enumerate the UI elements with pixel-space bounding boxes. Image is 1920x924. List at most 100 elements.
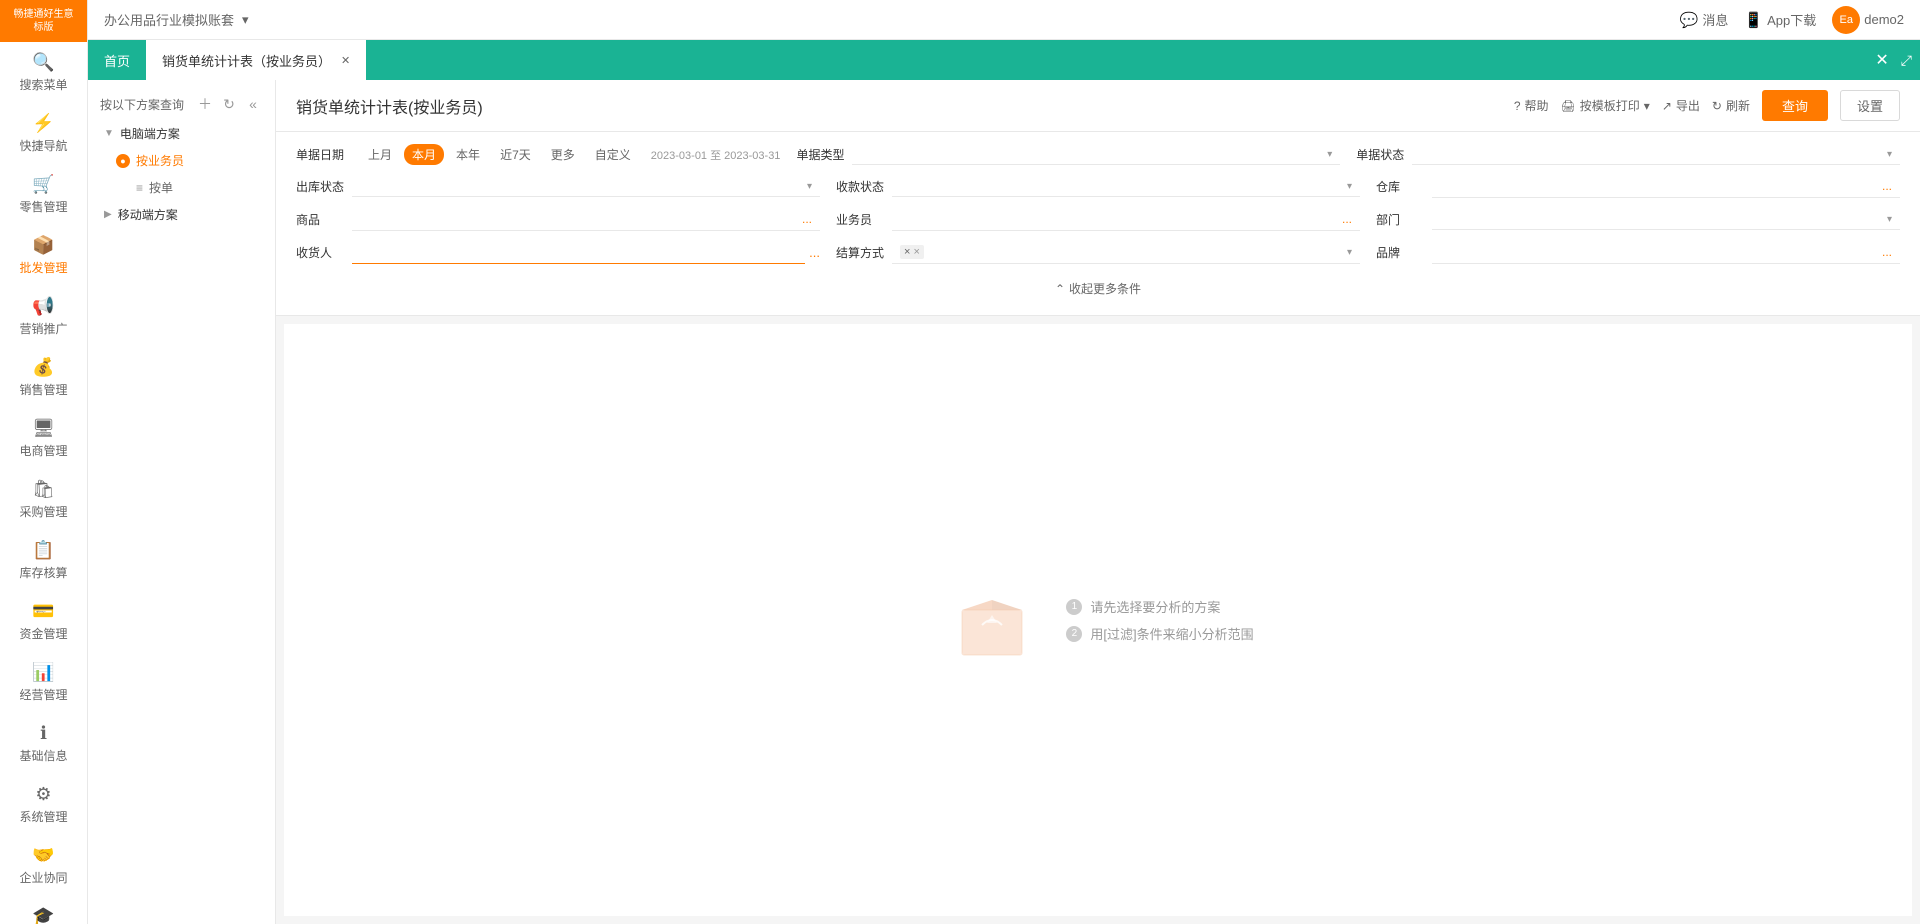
print-btn[interactable]: 🖨 按模板打印 ▾ [1561,97,1650,114]
product-select[interactable]: ... [352,208,820,231]
header-left: 办公用品行业模拟账套 ▾ [104,10,249,29]
tab-maximize-icon[interactable]: ⤢ [1901,52,1912,69]
sales-icon: 💰 [32,357,54,378]
receiver-input[interactable] [352,241,805,264]
date-tab-custom[interactable]: 自定义 [587,144,639,165]
sidebar-item-system[interactable]: ⚙ 系统管理 [0,774,87,835]
receipt-status-select[interactable]: ▾ [892,177,1360,197]
sidebar-item-basic[interactable]: ℹ 基础信息 [0,713,87,774]
sidebar-item-purchase[interactable]: 🛍 采购管理 [0,469,87,530]
product-dots[interactable]: ... [802,212,812,226]
date-tab-more[interactable]: 更多 [543,144,583,165]
product-label: 商品 [296,211,344,228]
sidebar-item-enterprise[interactable]: 🤝 企业协同 [0,835,87,896]
dropdown-arrow-icon[interactable]: ▾ [242,12,249,28]
date-tab-this-year[interactable]: 本年 [448,144,488,165]
sidebar-item-quick[interactable]: ⚡ 快捷导航 [0,103,87,164]
payment-tag-close-icon[interactable]: × [913,246,919,258]
tab-home[interactable]: 首页 [88,40,146,80]
sidebar-logo: 畅捷通好生意 标版 [0,0,88,42]
tree-by-staff[interactable]: ● 按业务员 [88,147,275,174]
tree-expand-icon: ▼ [104,128,114,139]
panel-add-btn[interactable]: ＋ [195,94,215,114]
sidebar-item-inventory[interactable]: 📋 库存核算 [0,530,87,591]
sidebar-item-marketing[interactable]: 📢 营销推广 [0,286,87,347]
export-btn[interactable]: ↗ 导出 [1662,97,1700,114]
sidebar-item-retail[interactable]: 🛒 零售管理 [0,164,87,225]
quick-icon: ⚡ [32,113,54,134]
message-icon: 💬 [1680,11,1699,29]
payment-arrow-icon: ▾ [1347,247,1352,258]
collapse-chevron-icon: ⌃ [1055,282,1065,296]
warehouse-dots[interactable]: ... [1882,179,1892,193]
collapse-btn[interactable]: ⌃ 收起更多条件 [296,274,1900,303]
help-btn[interactable]: ? 帮助 [1514,97,1549,114]
out-status-arrow-icon: ▾ [807,181,812,192]
tab-close-window-icon[interactable]: ✕ [1875,50,1888,70]
app-dropdown-label[interactable]: 办公用品行业模拟账套 [104,10,234,29]
sidebar-item-operation[interactable]: 📊 经营管理 [0,652,87,713]
doc-status-select[interactable]: ▾ [1412,145,1900,165]
sidebar-item-finance[interactable]: 💳 资金管理 [0,591,87,652]
date-range-text: 2023-03-01 至 2023-03-31 [651,147,781,163]
warehouse-select[interactable]: ... [1432,175,1900,198]
sidebar: 畅捷通好生意 标版 🔍 搜索菜单 ⚡ 快捷导航 🛒 零售管理 📦 批发管理 📢 … [0,0,88,924]
staff-label: 业务员 [836,211,884,228]
top-header: 办公用品行业模拟账套 ▾ 💬 消息 📱 App下载 Ea demo2 [88,0,1920,40]
message-btn[interactable]: 💬 消息 [1680,10,1729,29]
tab-report[interactable]: 销货单统计计表（按业务员） ✕ [146,40,366,80]
out-status-label: 出库状态 [296,178,344,195]
tab-close-icon[interactable]: ✕ [341,54,350,67]
brand-dots[interactable]: ... [1882,245,1892,259]
sidebar-item-ecommerce[interactable]: 🖥 电商管理 [0,408,87,469]
setting-button[interactable]: 设置 [1840,90,1900,121]
date-tab-7days[interactable]: 近7天 [492,144,539,165]
page-title: 销货单统计计表(按业务员) [296,94,483,118]
date-tab-last-month[interactable]: 上月 [360,144,400,165]
filter-receiver-item: 收货人 ... [296,241,820,264]
filter-dept-item: 部门 ▾ [1376,210,1900,230]
user-menu-btn[interactable]: Ea demo2 [1832,6,1904,34]
dept-select[interactable]: ▾ [1432,210,1900,230]
dept-arrow-icon: ▾ [1887,214,1892,225]
filter-row-1: 单据日期 上月 本月 本年 近7天 更多 自定义 2023-03-01 至 20… [296,144,1900,165]
panel-refresh-btn[interactable]: ↻ [219,94,239,114]
download-icon: 📱 [1744,11,1763,29]
sidebar-item-wholesale[interactable]: 📦 批发管理 [0,225,87,286]
doc-type-select[interactable]: ▾ [852,145,1340,165]
date-label: 单据日期 [296,146,344,163]
filter-out-status-item: 出库状态 ▾ [296,177,820,197]
sidebar-item-search[interactable]: 🔍 搜索菜单 [0,42,87,103]
payment-select[interactable]: × × ▾ [892,241,1360,264]
dept-label: 部门 [1376,211,1424,228]
tree-desktop-parent[interactable]: ▼ 电脑端方案 [88,120,275,147]
query-button[interactable]: 查询 [1762,90,1828,121]
tree-by-order[interactable]: ≡ 按单 [88,174,275,201]
purchase-icon: 🛍 [32,479,55,500]
date-tab-this-month[interactable]: 本月 [404,144,444,165]
empty-tip-1: 1 请先选择要分析的方案 [1066,597,1253,616]
refresh-btn[interactable]: ↻ 刷新 [1712,97,1750,114]
retail-icon: 🛒 [32,174,54,195]
tree-mobile-parent[interactable]: ▶ 移动端方案 [88,201,275,228]
page-title-bar: 销货单统计计表(按业务员) ? 帮助 🖨 按模板打印 ▾ ↗ 导出 [276,80,1920,132]
staff-select[interactable]: ... [892,208,1360,231]
panel-collapse-btn[interactable]: « [243,94,263,114]
app-download-btn[interactable]: 📱 App下载 [1744,10,1816,29]
staff-dots[interactable]: ... [1342,212,1352,226]
receiver-dots[interactable]: ... [809,245,820,260]
content-area: 按以下方案查询 ＋ ↻ « ▼ 电脑端方案 ● 按业务员 ≡ [88,80,1920,924]
filter-row-4: 收货人 ... 结算方式 × × ▾ [296,241,1900,264]
sidebar-item-newbie[interactable]: 🎓 新手引导 [0,896,87,924]
enterprise-icon: 🤝 [32,845,54,866]
empty-content: 1 请先选择要分析的方案 2 用[过滤]条件来缩小分析范围 [942,570,1253,670]
empty-illustration [942,570,1042,670]
out-status-select[interactable]: ▾ [352,177,820,197]
sidebar-logo-text: 畅捷通好生意 标版 [14,8,74,34]
filter-doc-type-item: 单据类型 ▾ [796,145,1340,165]
sidebar-item-sales[interactable]: 💰 销售管理 [0,347,87,408]
marketing-icon: 📢 [32,296,54,317]
brand-select[interactable]: ... [1432,241,1900,264]
wholesale-icon: 📦 [32,235,54,256]
order-icon: ≡ [136,181,143,195]
